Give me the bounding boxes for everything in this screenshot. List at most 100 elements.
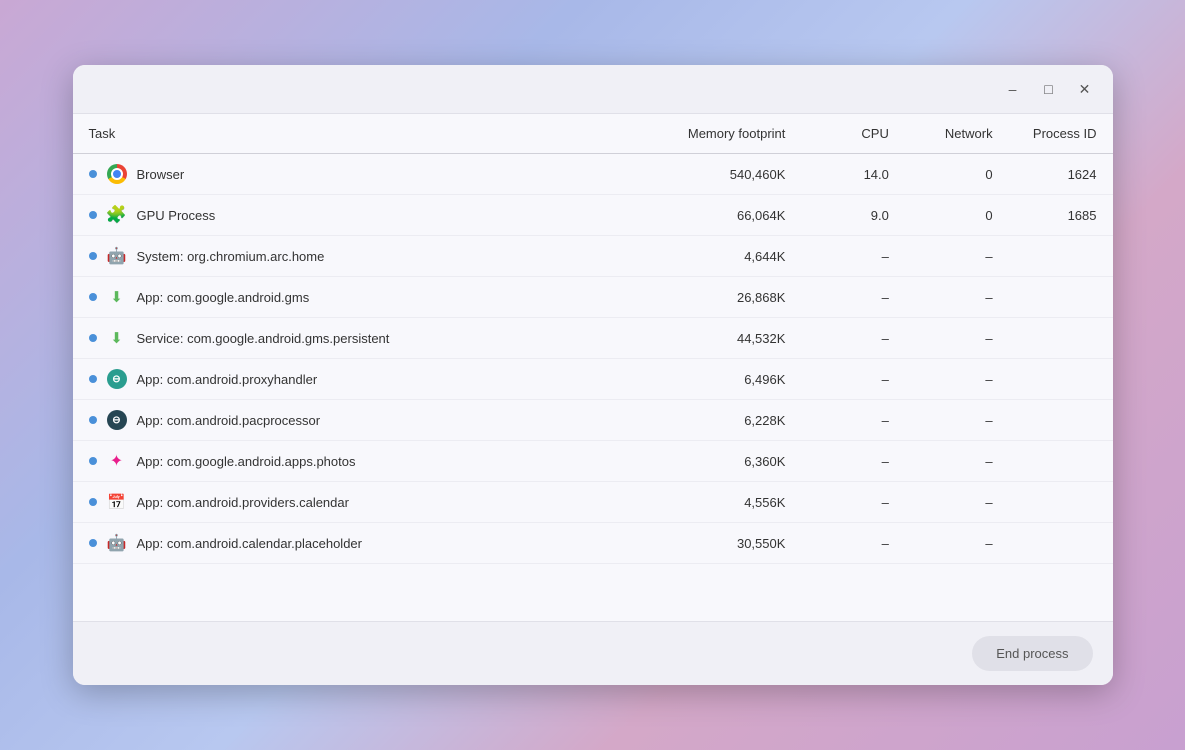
android-icon: 🤖 bbox=[107, 246, 127, 266]
col-header-network[interactable]: Network bbox=[905, 114, 1009, 154]
task-manager-window: – □ ✕ Task Memory footprint CPU Network … bbox=[73, 65, 1113, 685]
task-icon-wrapper: ⊖ bbox=[107, 369, 127, 389]
task-cell: 🤖 System: org.chromium.arc.home bbox=[73, 236, 672, 277]
status-dot bbox=[89, 416, 97, 424]
status-dot bbox=[89, 252, 97, 260]
network-cell: – bbox=[905, 523, 1009, 564]
network-cell: 0 bbox=[905, 195, 1009, 236]
memory-cell: 4,644K bbox=[672, 236, 802, 277]
window-controls: – □ ✕ bbox=[999, 75, 1099, 103]
puzzle-icon: 🧩 bbox=[106, 205, 127, 225]
task-cell: ✦ App: com.google.android.apps.photos bbox=[73, 441, 672, 482]
cpu-cell: – bbox=[801, 236, 904, 277]
cpu-cell: – bbox=[801, 441, 904, 482]
task-icon-wrapper: ✦ bbox=[107, 451, 127, 471]
cpu-cell: 9.0 bbox=[801, 195, 904, 236]
task-name: App: com.google.android.gms bbox=[137, 290, 310, 305]
status-dot bbox=[89, 539, 97, 547]
cpu-cell: – bbox=[801, 277, 904, 318]
task-icon-wrapper: 📅 bbox=[107, 492, 127, 512]
table-row[interactable]: ⬇ App: com.google.android.gms 26,868K – … bbox=[73, 277, 1113, 318]
pid-cell bbox=[1009, 482, 1113, 523]
table-row[interactable]: Browser 540,460K 14.0 0 1624 bbox=[73, 154, 1113, 195]
pid-cell bbox=[1009, 236, 1113, 277]
android-icon: 🤖 bbox=[107, 533, 127, 553]
task-icon-wrapper: ⬇ bbox=[107, 287, 127, 307]
task-cell: 🤖 App: com.android.calendar.placeholder bbox=[73, 523, 672, 564]
col-header-task[interactable]: Task bbox=[73, 114, 672, 154]
table-container[interactable]: Task Memory footprint CPU Network Proces… bbox=[73, 114, 1113, 621]
footer: End process bbox=[73, 621, 1113, 685]
minimize-button[interactable]: – bbox=[999, 75, 1027, 103]
table-row[interactable]: ⬇ Service: com.google.android.gms.persis… bbox=[73, 318, 1113, 359]
task-icon-wrapper: 🤖 bbox=[107, 533, 127, 553]
process-table: Task Memory footprint CPU Network Proces… bbox=[73, 114, 1113, 564]
table-header-row: Task Memory footprint CPU Network Proces… bbox=[73, 114, 1113, 154]
cpu-cell: – bbox=[801, 523, 904, 564]
pid-cell bbox=[1009, 523, 1113, 564]
task-name: Service: com.google.android.gms.persiste… bbox=[137, 331, 390, 346]
status-dot bbox=[89, 334, 97, 342]
table-row[interactable]: 🤖 App: com.android.calendar.placeholder … bbox=[73, 523, 1113, 564]
network-cell: – bbox=[905, 277, 1009, 318]
task-name: App: com.android.proxyhandler bbox=[137, 372, 318, 387]
col-header-pid[interactable]: Process ID bbox=[1009, 114, 1113, 154]
maximize-button[interactable]: □ bbox=[1035, 75, 1063, 103]
pid-cell: 1624 bbox=[1009, 154, 1113, 195]
network-cell: – bbox=[905, 400, 1009, 441]
network-cell: – bbox=[905, 482, 1009, 523]
task-icon-wrapper: ⬇ bbox=[107, 328, 127, 348]
memory-cell: 6,496K bbox=[672, 359, 802, 400]
task-cell: 🧩 GPU Process bbox=[73, 195, 672, 236]
task-name: App: com.android.calendar.placeholder bbox=[137, 536, 362, 551]
cpu-cell: – bbox=[801, 359, 904, 400]
status-dot bbox=[89, 457, 97, 465]
task-cell: Browser bbox=[73, 154, 672, 195]
task-name: Browser bbox=[137, 167, 185, 182]
memory-cell: 6,360K bbox=[672, 441, 802, 482]
task-name: App: com.android.pacprocessor bbox=[137, 413, 321, 428]
table-row[interactable]: ⊖ App: com.android.pacprocessor 6,228K –… bbox=[73, 400, 1113, 441]
task-icon-wrapper: 🤖 bbox=[107, 246, 127, 266]
end-process-button[interactable]: End process bbox=[972, 636, 1092, 671]
task-icon-wrapper bbox=[107, 164, 127, 184]
col-header-cpu[interactable]: CPU bbox=[801, 114, 904, 154]
status-dot bbox=[89, 293, 97, 301]
cpu-cell: – bbox=[801, 318, 904, 359]
table-row[interactable]: ⊖ App: com.android.proxyhandler 6,496K –… bbox=[73, 359, 1113, 400]
task-name: App: com.google.android.apps.photos bbox=[137, 454, 356, 469]
col-header-memory[interactable]: Memory footprint bbox=[672, 114, 802, 154]
table-row[interactable]: ✦ App: com.google.android.apps.photos 6,… bbox=[73, 441, 1113, 482]
main-content: Task Memory footprint CPU Network Proces… bbox=[73, 114, 1113, 685]
table-row[interactable]: 📅 App: com.android.providers.calendar 4,… bbox=[73, 482, 1113, 523]
table-row[interactable]: 🤖 System: org.chromium.arc.home 4,644K –… bbox=[73, 236, 1113, 277]
download-icon: ⬇ bbox=[110, 288, 123, 306]
memory-cell: 4,556K bbox=[672, 482, 802, 523]
titlebar: – □ ✕ bbox=[73, 65, 1113, 114]
status-dot bbox=[89, 170, 97, 178]
network-cell: – bbox=[905, 318, 1009, 359]
pid-cell bbox=[1009, 441, 1113, 482]
table-row[interactable]: 🧩 GPU Process 66,064K 9.0 0 1685 bbox=[73, 195, 1113, 236]
task-name: App: com.android.providers.calendar bbox=[137, 495, 349, 510]
network-cell: – bbox=[905, 359, 1009, 400]
task-name: System: org.chromium.arc.home bbox=[137, 249, 325, 264]
calendar-icon: 📅 bbox=[107, 493, 126, 511]
pid-cell bbox=[1009, 277, 1113, 318]
task-cell: ⊖ App: com.android.pacprocessor bbox=[73, 400, 672, 441]
cpu-cell: 14.0 bbox=[801, 154, 904, 195]
pid-cell bbox=[1009, 359, 1113, 400]
status-dot bbox=[89, 211, 97, 219]
circle-teal-icon: ⊖ bbox=[107, 369, 127, 389]
memory-cell: 44,532K bbox=[672, 318, 802, 359]
status-dot bbox=[89, 375, 97, 383]
pid-cell bbox=[1009, 318, 1113, 359]
task-name: GPU Process bbox=[137, 208, 216, 223]
close-button[interactable]: ✕ bbox=[1071, 75, 1099, 103]
photos-icon: ✦ bbox=[110, 451, 123, 471]
cpu-cell: – bbox=[801, 482, 904, 523]
task-cell: 📅 App: com.android.providers.calendar bbox=[73, 482, 672, 523]
network-cell: – bbox=[905, 236, 1009, 277]
task-cell: ⬇ App: com.google.android.gms bbox=[73, 277, 672, 318]
network-cell: 0 bbox=[905, 154, 1009, 195]
